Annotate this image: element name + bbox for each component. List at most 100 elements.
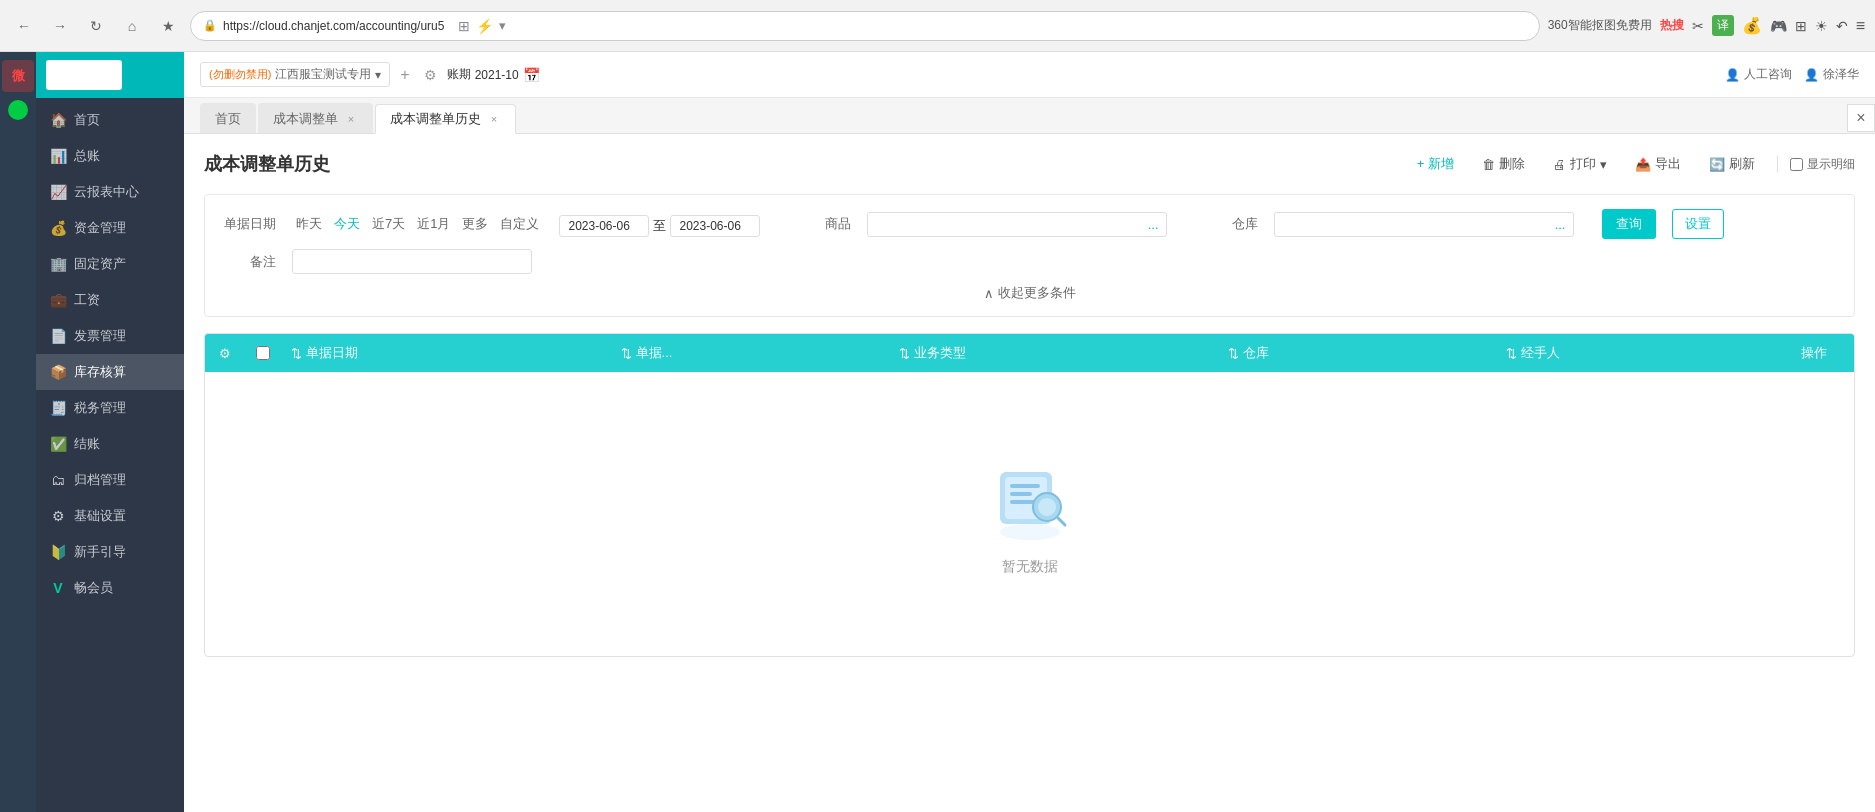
company-dropdown-icon: ▾ <box>375 68 381 82</box>
show-detail-checkbox[interactable]: 显示明细 <box>1790 156 1855 173</box>
table-col-date[interactable]: ⇅ 单据日期 <box>281 344 611 362</box>
bookmark-button[interactable]: ★ <box>154 12 182 40</box>
date-to-input[interactable] <box>670 215 760 237</box>
refresh-button[interactable]: ↻ <box>82 12 110 40</box>
sidebar-item-assets[interactable]: 🏢 固定资产 <box>36 246 184 282</box>
dropdown-icon: ▾ <box>499 18 506 33</box>
sidebar-item-salary[interactable]: 💼 工资 <box>36 282 184 318</box>
svg-rect-3 <box>1010 484 1040 488</box>
remark-filter-label: 备注 <box>221 253 276 271</box>
sidebar-item-label: 新手引导 <box>74 543 126 561</box>
add-company-btn[interactable]: + <box>400 66 409 84</box>
svg-line-8 <box>1058 518 1065 525</box>
reports-nav-icon: 📈 <box>50 184 66 200</box>
invoice-nav-icon: 📄 <box>50 328 66 344</box>
company-name: 江西服宝测试专用 <box>275 66 371 83</box>
weibo-icon[interactable]: 微 <box>2 60 34 92</box>
preset-today[interactable]: 今天 <box>330 213 364 235</box>
export-button[interactable]: 📤 导出 <box>1625 150 1691 178</box>
sort-icon-order: ⇅ <box>621 346 632 361</box>
settings-filter-button[interactable]: 设置 <box>1672 209 1724 239</box>
back-button[interactable]: ← <box>10 12 38 40</box>
query-button[interactable]: 查询 <box>1602 209 1656 239</box>
goods-filter-label: 商品 <box>796 215 851 233</box>
sidebar-item-guide[interactable]: 🔰 新手引导 <box>36 534 184 570</box>
sidebar-item-tax[interactable]: 🧾 税务管理 <box>36 390 184 426</box>
green-dot-icon[interactable] <box>8 100 28 120</box>
period-label: 账期 <box>447 66 471 83</box>
show-detail-input[interactable] <box>1790 158 1803 171</box>
new-button[interactable]: + 新增 <box>1407 150 1464 178</box>
svg-point-7 <box>1038 498 1056 516</box>
sort-icon-date: ⇅ <box>291 346 302 361</box>
user-menu[interactable]: 👤 徐泽华 <box>1804 66 1859 83</box>
sidebar-item-settings[interactable]: ⚙ 基础设置 <box>36 498 184 534</box>
sidebar-item-label: 结账 <box>74 435 100 453</box>
period-value: 2021-10 <box>475 68 519 82</box>
svg-rect-4 <box>1010 492 1032 496</box>
delete-button[interactable]: 🗑 删除 <box>1472 150 1535 178</box>
company-settings-btn[interactable]: ⚙ <box>424 67 437 83</box>
window-close-button[interactable]: × <box>1847 104 1875 132</box>
tab-cost-history-close[interactable]: × <box>487 112 501 126</box>
warehouse-more-btn[interactable]: ... <box>1555 217 1566 232</box>
tab-cost-history-label: 成本调整单历史 <box>390 110 481 128</box>
print-button[interactable]: 🖨 打印 ▾ <box>1543 150 1617 178</box>
preset-custom[interactable]: 自定义 <box>496 213 543 235</box>
remark-input[interactable] <box>292 249 532 274</box>
tab-home[interactable]: 首页 <box>200 103 256 133</box>
table-settings-btn[interactable]: ⚙ <box>205 346 245 361</box>
company-selector[interactable]: (勿删勿禁用) 江西服宝测试专用 ▾ <box>200 62 390 87</box>
preset-7days[interactable]: 近7天 <box>368 213 409 235</box>
forward-button[interactable]: → <box>46 12 74 40</box>
refresh-icon: 🔄 <box>1709 157 1725 172</box>
table-col-order-no[interactable]: ⇅ 单据... <box>611 344 889 362</box>
date-from-input[interactable] <box>559 215 649 237</box>
tab-home-label: 首页 <box>215 110 241 128</box>
refresh-button[interactable]: 🔄 刷新 <box>1699 150 1765 178</box>
page-header: 成本调整单历史 + 新增 🗑 删除 🖨 打印 ▾ 📤 导出 <box>204 150 1855 178</box>
tab-cost-adjust-label: 成本调整单 <box>273 110 338 128</box>
sidebar-item-close-account[interactable]: ✅ 结账 <box>36 426 184 462</box>
table-col-handler[interactable]: ⇅ 经手人 <box>1496 344 1774 362</box>
service-button[interactable]: 👤 人工咨询 <box>1725 66 1792 83</box>
goods-more-btn[interactable]: ... <box>1148 217 1159 232</box>
table-col-biz-type[interactable]: ⇅ 业务类型 <box>889 344 1219 362</box>
collapse-button[interactable]: ∧ 收起更多条件 <box>984 284 1076 302</box>
sidebar-item-archive[interactable]: 🗂 归档管理 <box>36 462 184 498</box>
preset-1month[interactable]: 近1月 <box>413 213 454 235</box>
translate-icon: 译 <box>1712 15 1734 36</box>
sidebar-item-finance[interactable]: 💰 资金管理 <box>36 210 184 246</box>
tab-cost-adjust[interactable]: 成本调整单 × <box>258 103 373 133</box>
sidebar-item-invoice[interactable]: 📄 发票管理 <box>36 318 184 354</box>
calendar-icon[interactable]: 📅 <box>523 67 540 83</box>
sidebar-item-inventory[interactable]: 📦 库存核算 <box>36 354 184 390</box>
url-bar[interactable]: 🔒 https://cloud.chanjet.com/accounting/u… <box>190 11 1540 41</box>
sidebar-header[interactable]: 畅捷通好会计 旗舰版 <box>36 52 184 98</box>
sidebar-item-reports[interactable]: 📈 云报表中心 <box>36 174 184 210</box>
preset-more[interactable]: 更多 <box>458 213 492 235</box>
warehouse-selector[interactable]: ... <box>1274 212 1574 237</box>
sidebar-item-home[interactable]: 🏠 首页 <box>36 102 184 138</box>
table-select-all[interactable] <box>245 346 281 360</box>
finance-nav-icon: 💰 <box>50 220 66 236</box>
sidebar-item-label: 资金管理 <box>74 219 126 237</box>
preset-yesterday[interactable]: 昨天 <box>292 213 326 235</box>
undo-icon: ↶ <box>1836 18 1848 34</box>
filter-area: 单据日期 昨天 今天 近7天 近1月 更多 自定义 至 <box>204 194 1855 317</box>
home-button[interactable]: ⌂ <box>118 12 146 40</box>
tab-cost-adjust-close[interactable]: × <box>344 112 358 126</box>
print-icon: 🖨 <box>1553 157 1566 172</box>
tab-cost-history[interactable]: 成本调整单历史 × <box>375 104 516 134</box>
sort-icon-handler: ⇅ <box>1506 346 1517 361</box>
goods-selector[interactable]: ... <box>867 212 1167 237</box>
window-close-area: × <box>1847 104 1875 132</box>
sidebar-item-member[interactable]: V 畅会员 <box>36 570 184 606</box>
sort-icon-warehouse: ⇅ <box>1228 346 1239 361</box>
page-title: 成本调整单历史 <box>204 152 330 176</box>
table-col-warehouse[interactable]: ⇅ 仓库 <box>1218 344 1496 362</box>
page-actions: + 新增 🗑 删除 🖨 打印 ▾ 📤 导出 🔄 <box>1407 150 1855 178</box>
sidebar-item-ledger[interactable]: 📊 总账 <box>36 138 184 174</box>
browser-right-tools: 360智能抠图免费用 热搜 ✂ 译 💰 🎮 ⊞ ☀ ↶ ≡ <box>1548 15 1865 36</box>
select-all-checkbox[interactable] <box>256 346 270 360</box>
